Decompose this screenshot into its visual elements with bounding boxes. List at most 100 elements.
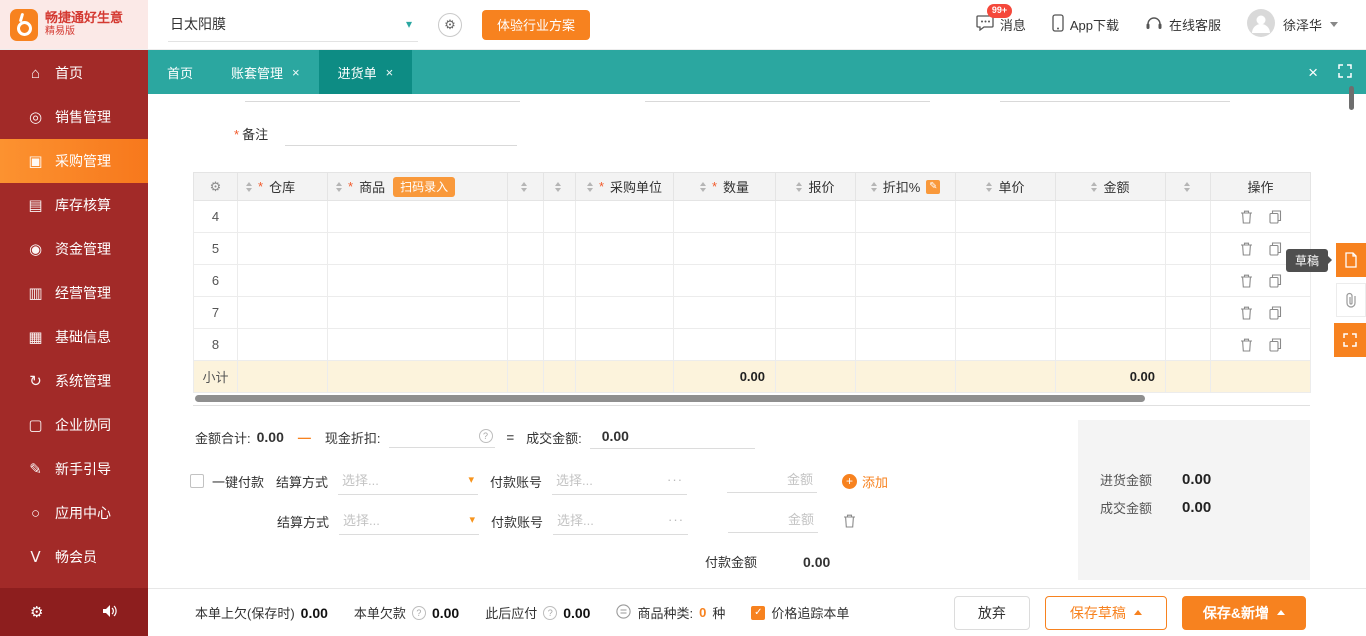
cell-amount[interactable] [1055, 328, 1166, 361]
cell-quantity[interactable] [673, 200, 776, 233]
copy-row-icon[interactable] [1268, 337, 1282, 352]
sidebar-item-funds[interactable]: ◉ 资金管理 [0, 227, 148, 271]
announcement-speaker-icon[interactable] [102, 604, 118, 621]
copy-row-icon[interactable] [1268, 273, 1282, 288]
settings-gear-icon[interactable]: ⚙ [30, 603, 43, 621]
sidebar-item-basic-info[interactable]: ▦ 基础信息 [0, 315, 148, 359]
col-amount[interactable]: 金额 [1055, 172, 1166, 201]
cell-quantity[interactable] [673, 264, 776, 297]
cell-discount[interactable] [855, 328, 956, 361]
cell-quantity[interactable] [673, 296, 776, 329]
sort-icon[interactable] [870, 181, 877, 192]
cell-extra[interactable] [1165, 328, 1211, 361]
account-settings-button[interactable]: ⚙ [438, 12, 462, 37]
help-icon[interactable]: ? [411, 605, 426, 620]
col-product[interactable]: * 商品 扫码录入 [327, 172, 508, 201]
tab-account-mgmt[interactable]: 账套管理 × [212, 50, 319, 94]
cell-extra[interactable] [1165, 200, 1211, 233]
sort-icon[interactable] [521, 181, 527, 192]
copy-row-icon[interactable] [1268, 241, 1282, 256]
payment-amount-input[interactable] [727, 469, 818, 493]
col-quantity[interactable]: * 数量 [673, 172, 776, 201]
cell-extra[interactable] [1165, 296, 1211, 329]
cell-extra[interactable] [543, 232, 576, 265]
col-hidden-3[interactable] [1165, 172, 1211, 201]
cell-unit[interactable] [575, 296, 674, 329]
cell-quote[interactable] [775, 200, 856, 233]
cell-product[interactable] [327, 264, 508, 297]
cell-extra[interactable] [507, 264, 544, 297]
cell-discount[interactable] [855, 232, 956, 265]
cell-extra[interactable] [507, 232, 544, 265]
delete-payment-row-icon[interactable] [843, 514, 856, 528]
cell-extra[interactable] [507, 296, 544, 329]
sort-icon[interactable] [336, 181, 342, 192]
draft-float-button[interactable] [1336, 243, 1366, 277]
cell-quote[interactable] [775, 328, 856, 361]
sort-icon[interactable] [986, 181, 993, 192]
cell-discount[interactable] [855, 296, 956, 329]
scan-entry-button[interactable]: 扫码录入 [393, 176, 456, 197]
sort-icon[interactable] [246, 181, 252, 192]
cell-extra[interactable] [543, 296, 576, 329]
delete-row-icon[interactable] [1240, 210, 1253, 224]
horizontal-scrollbar[interactable] [195, 395, 1145, 402]
payment-amount-input[interactable] [728, 509, 819, 533]
online-service-button[interactable]: 在线客服 [1145, 15, 1221, 34]
col-hidden-1[interactable] [507, 172, 544, 201]
remark-input[interactable] [285, 120, 517, 146]
more-options-icon[interactable]: ··· [667, 472, 683, 487]
cell-price[interactable] [955, 264, 1056, 297]
cash-discount-help-icon[interactable]: ? [478, 428, 493, 443]
sidebar-item-member[interactable]: Ⅴ 畅会员 [0, 535, 148, 579]
sidebar-item-sales[interactable]: ◎ 销售管理 [0, 95, 148, 139]
col-warehouse[interactable]: * 仓库 [237, 172, 328, 201]
cell-quote[interactable] [775, 232, 856, 265]
help-icon[interactable]: ? [543, 605, 558, 620]
payment-account-select[interactable]: 选择... ··· [552, 468, 688, 495]
tab-purchase-order[interactable]: 进货单 × [318, 50, 413, 94]
cell-price[interactable] [955, 328, 1056, 361]
save-draft-button[interactable]: 保存草稿 [1044, 595, 1167, 630]
cell-warehouse[interactable] [237, 200, 328, 233]
app-download-button[interactable]: App下载 [1052, 14, 1119, 35]
sidebar-item-collaboration[interactable]: ▢ 企业协同 [0, 403, 148, 447]
cell-amount[interactable] [1055, 232, 1166, 265]
col-quote[interactable]: 报价 [775, 172, 856, 201]
cell-warehouse[interactable] [237, 232, 328, 265]
cell-extra[interactable] [543, 200, 576, 233]
payment-account-select[interactable]: 选择... ··· [553, 508, 689, 535]
cell-unit[interactable] [575, 264, 674, 297]
cell-extra[interactable] [507, 328, 544, 361]
close-icon[interactable]: × [386, 65, 394, 80]
cell-product[interactable] [327, 296, 508, 329]
cell-price[interactable] [955, 232, 1056, 265]
col-discount[interactable]: 折扣% ✎ [855, 172, 956, 201]
sidebar-item-app-center[interactable]: ○ 应用中心 [0, 491, 148, 535]
price-track-checkbox[interactable]: ✓ [751, 605, 766, 620]
cell-amount[interactable] [1055, 296, 1166, 329]
cell-product[interactable] [327, 200, 508, 233]
sort-icon[interactable] [699, 181, 706, 192]
account-selector[interactable]: 日太阳膜 ▾ [168, 7, 418, 42]
grid-settings-column[interactable]: ⚙ [193, 172, 238, 201]
discount-edit-icon[interactable]: ✎ [926, 179, 941, 194]
user-menu[interactable]: 徐泽华 [1246, 9, 1338, 40]
sort-icon[interactable] [586, 181, 593, 192]
cell-warehouse[interactable] [237, 328, 328, 361]
cell-price[interactable] [955, 200, 1056, 233]
cell-extra[interactable] [1165, 232, 1211, 265]
col-purchase-unit[interactable]: * 采购单位 [575, 172, 674, 201]
cell-warehouse[interactable] [237, 264, 328, 297]
sidebar-item-system[interactable]: ↻ 系统管理 [0, 359, 148, 403]
experience-solution-button[interactable]: 体验行业方案 [482, 9, 591, 40]
abandon-button[interactable]: 放弃 [953, 595, 1030, 630]
delete-row-icon[interactable] [1240, 306, 1253, 320]
messages-button[interactable]: 99+ 消息 [976, 4, 1026, 34]
one-click-pay-checkbox[interactable] [190, 474, 204, 488]
sort-icon[interactable] [1183, 181, 1190, 192]
cell-extra[interactable] [543, 328, 576, 361]
cell-discount[interactable] [855, 264, 956, 297]
delete-row-icon[interactable] [1240, 338, 1253, 352]
sidebar-item-home[interactable]: ⌂ 首页 [0, 51, 148, 95]
